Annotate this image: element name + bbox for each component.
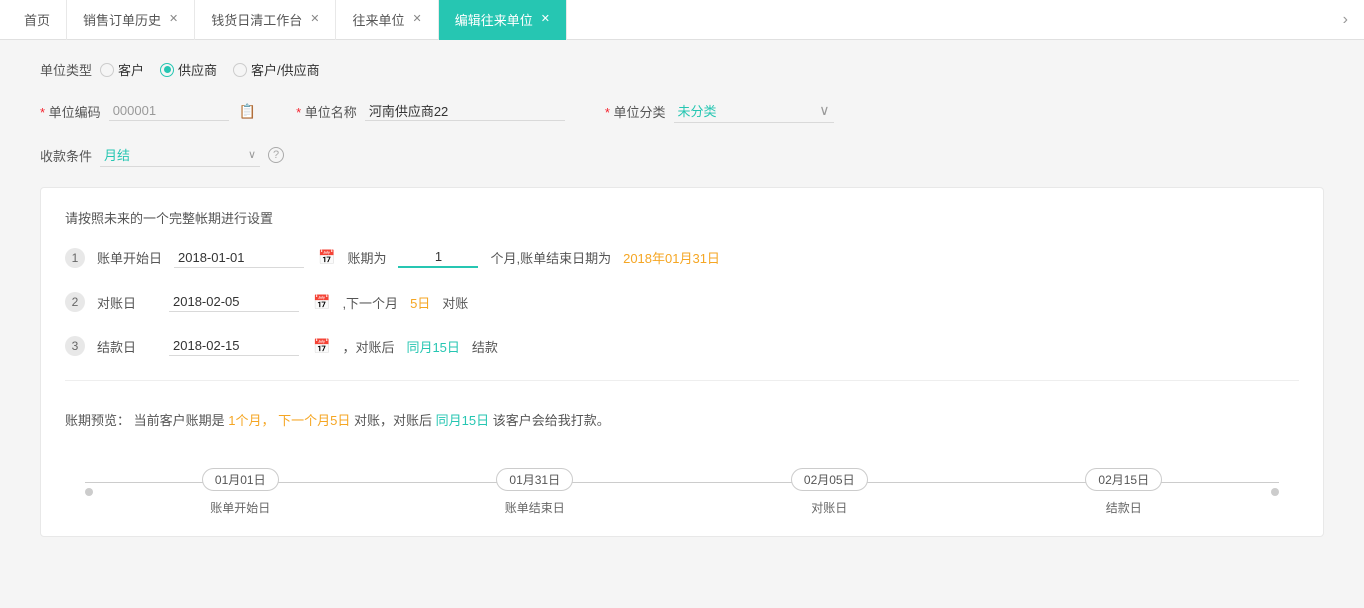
radio-supplier[interactable]: 供应商 xyxy=(160,60,217,79)
step-2-cal-icon[interactable]: 📅 xyxy=(313,294,330,311)
name-input[interactable] xyxy=(365,101,565,121)
timeline-node-2: 01月31日 账单结束日 xyxy=(496,468,573,516)
radio-label-supplier: 供应商 xyxy=(178,60,217,79)
tab-partners[interactable]: 往来单位 ✕ xyxy=(336,0,438,40)
payment-dropdown-arrow: ∨ xyxy=(248,148,256,161)
payment-value: 月结 xyxy=(104,145,244,164)
code-name-row: 单位编码 📋 单位名称 单位分类 未分类 ∨ xyxy=(40,99,1324,123)
unit-type-row: 单位类型 客户 供应商 客户/供应商 xyxy=(40,60,1324,79)
preview-next: 下一个月5日 xyxy=(278,413,350,428)
category-label: 单位分类 xyxy=(605,102,666,121)
step-2-num: 2 xyxy=(65,292,85,312)
main-content: 单位类型 客户 供应商 客户/供应商 单位编码 📋 xyxy=(0,40,1364,608)
timeline-node-1: 01月01日 账单开始日 xyxy=(202,468,279,516)
tab-cashflow[interactable]: 钱货日清工作台 ✕ xyxy=(195,0,336,40)
unit-type-group: 单位类型 客户 供应商 客户/供应商 xyxy=(40,60,320,79)
step-1-months-input[interactable] xyxy=(398,247,478,268)
timeline-bubble-2[interactable]: 01月31日 xyxy=(496,468,573,491)
radio-both[interactable]: 客户/供应商 xyxy=(233,60,320,79)
payment-select[interactable]: 月结 ∨ xyxy=(100,143,260,167)
settings-section: 请按照未来的一个完整帐期进行设置 1 账单开始日 📅 账期为 个月,账单结束日期… xyxy=(40,187,1324,537)
timeline-bubble-4[interactable]: 02月15日 xyxy=(1085,468,1162,491)
category-group: 单位分类 未分类 ∨ xyxy=(605,99,834,123)
copy-icon[interactable]: 📋 xyxy=(239,103,256,120)
radio-group: 客户 供应商 客户/供应商 xyxy=(100,60,320,79)
radio-label-customer: 客户 xyxy=(118,60,144,79)
radio-label-both: 客户/供应商 xyxy=(251,60,320,79)
step-2-date-input[interactable] xyxy=(169,292,299,312)
step-1-end-date: 2018年01月31日 xyxy=(623,248,720,267)
tab-sales-history[interactable]: 销售订单历史 ✕ xyxy=(67,0,195,40)
close-edit-partner[interactable]: ✕ xyxy=(541,14,550,25)
step-1-desc-pre: 账期为 xyxy=(347,248,386,267)
category-dropdown-arrow: ∨ xyxy=(819,102,829,119)
preview-mid: 对账，对账后 xyxy=(354,413,432,428)
step-1-num: 1 xyxy=(65,248,85,268)
close-sales-history[interactable]: ✕ xyxy=(169,14,178,25)
step-3-num: 3 xyxy=(65,336,85,356)
payment-label: 收款条件 xyxy=(40,146,92,165)
timeline-label-4: 结款日 xyxy=(1106,499,1142,516)
tabs-bar: 首页 销售订单历史 ✕ 钱货日清工作台 ✕ 往来单位 ✕ 编辑往来单位 ✕ › xyxy=(0,0,1364,40)
code-label: 单位编码 xyxy=(40,102,101,121)
step-3-label: 结款日 xyxy=(97,337,157,356)
step-1-desc-post: 个月,账单结束日期为 xyxy=(490,248,611,267)
timeline-label-2: 账单结束日 xyxy=(505,499,565,516)
step-2-row: 2 对账日 📅 ,下一个月 5日 对账 xyxy=(65,292,1299,312)
category-select[interactable]: 未分类 ∨ xyxy=(674,99,834,123)
step-3-highlight: 同月15日 xyxy=(406,337,459,356)
step-3-desc-pre: ，对账后 xyxy=(342,337,394,356)
help-icon[interactable]: ? xyxy=(268,147,284,163)
timeline-label-1: 账单开始日 xyxy=(210,499,270,516)
step-3-desc-post: 结款 xyxy=(472,337,498,356)
category-value: 未分类 xyxy=(678,101,816,120)
close-partners[interactable]: ✕ xyxy=(413,14,422,25)
name-group: 单位名称 xyxy=(296,101,565,121)
close-cashflow[interactable]: ✕ xyxy=(310,14,319,25)
step-1-date-input[interactable] xyxy=(174,248,304,268)
code-group: 单位编码 📋 xyxy=(40,101,256,121)
step-2-desc-pre: ,下一个月 xyxy=(342,293,398,312)
timeline-bubble-1[interactable]: 01月01日 xyxy=(202,468,279,491)
step-3-date-input[interactable] xyxy=(169,336,299,356)
step-2-label: 对账日 xyxy=(97,293,157,312)
tab-edit-partner[interactable]: 编辑往来单位 ✕ xyxy=(439,0,567,40)
timeline-bubble-3[interactable]: 02月05日 xyxy=(791,468,868,491)
step-3-row: 3 结款日 📅 ，对账后 同月15日 结款 xyxy=(65,336,1299,356)
radio-customer[interactable]: 客户 xyxy=(100,60,144,79)
step-2-highlight: 5日 xyxy=(410,293,430,312)
radio-circle-customer xyxy=(100,63,114,77)
payment-group: 收款条件 月结 ∨ ? xyxy=(40,143,284,167)
tabs-more-arrow[interactable]: › xyxy=(1335,11,1356,29)
radio-circle-both xyxy=(233,63,247,77)
step-1-cal-icon[interactable]: 📅 xyxy=(318,249,335,266)
timeline-dot-right xyxy=(1271,488,1279,496)
timeline-dot-left xyxy=(85,488,93,496)
timeline-label-3: 对账日 xyxy=(811,499,847,516)
preview-date: 同月15日 xyxy=(436,413,489,428)
radio-circle-supplier xyxy=(160,63,174,77)
preview-1m: 1个月， xyxy=(228,413,274,428)
tab-home[interactable]: 首页 xyxy=(8,0,67,40)
code-input[interactable] xyxy=(109,101,229,121)
step-2-desc-post: 对账 xyxy=(442,293,468,312)
name-label: 单位名称 xyxy=(296,102,357,121)
step-1-row: 1 账单开始日 📅 账期为 个月,账单结束日期为 2018年01月31日 xyxy=(65,247,1299,268)
preview-text: 账期预览： 当前客户账期是 1个月， 下一个月5日 对账，对账后 同月15日 该… xyxy=(65,397,1299,432)
preview-text-start: 当前客户账期是 xyxy=(134,413,225,428)
payment-row: 收款条件 月结 ∨ ? xyxy=(40,143,1324,167)
preview-label: 账期预览： xyxy=(65,413,130,428)
timeline-node-4: 02月15日 结款日 xyxy=(1085,468,1162,516)
timeline-node-3: 02月05日 对账日 xyxy=(791,468,868,516)
step-3-cal-icon[interactable]: 📅 xyxy=(313,338,330,355)
timeline: 01月01日 账单开始日 01月31日 账单结束日 02月05日 对账日 02月… xyxy=(65,452,1299,516)
step-1-label: 账单开始日 xyxy=(97,248,162,267)
section-title: 请按照未来的一个完整帐期进行设置 xyxy=(65,208,1299,227)
preview-end: 该客户会给我打款。 xyxy=(493,413,610,428)
unit-type-label: 单位类型 xyxy=(40,60,92,79)
